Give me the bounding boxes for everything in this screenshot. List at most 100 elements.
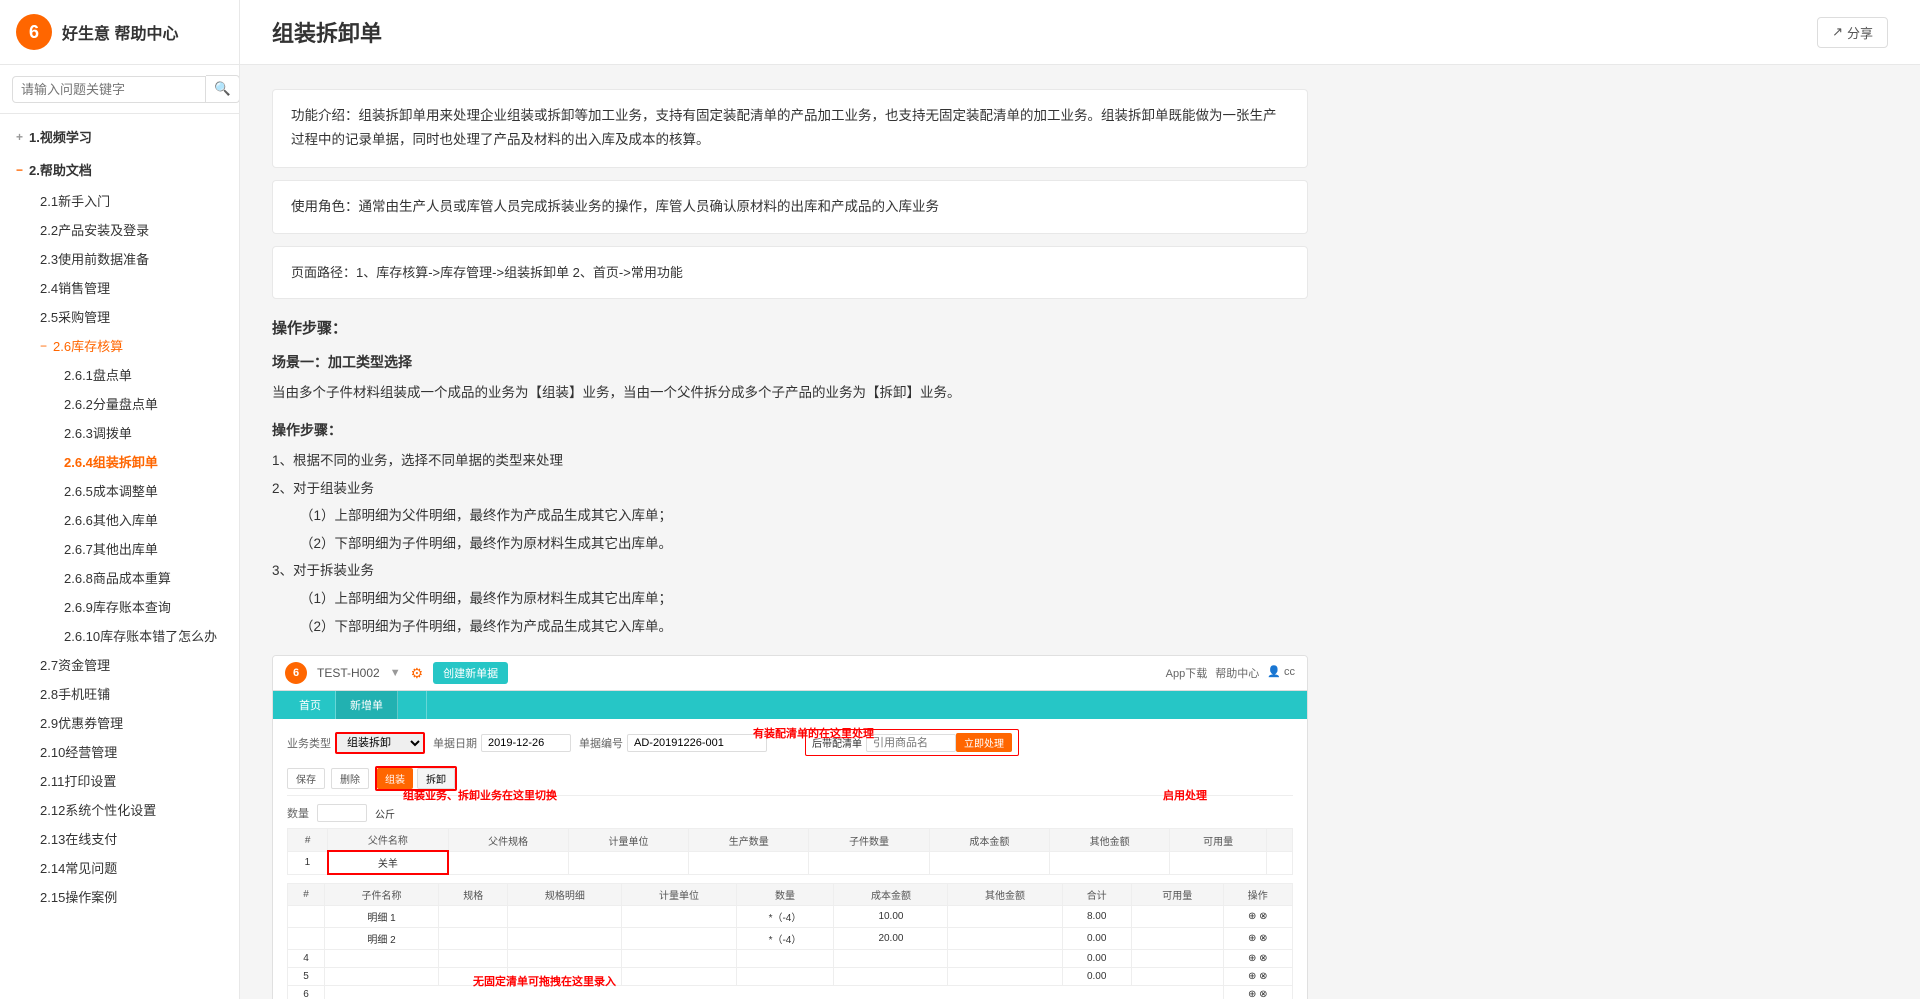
mock-child-th-cost: 成本金额 bbox=[834, 884, 948, 906]
mock-th-other: 其他金额 bbox=[1050, 829, 1170, 852]
sidebar-item-beginner[interactable]: 2.1新手入门 bbox=[24, 186, 239, 215]
mock-field-type: 业务类型 组装拆卸 bbox=[287, 732, 425, 754]
sidebar-item-inventory[interactable]: − 2.6库存核算 bbox=[24, 331, 239, 360]
mock-child-th-qty: 数量 bbox=[736, 884, 834, 906]
annotation-drag: 无固定清单可拖拽在这里录入 bbox=[473, 973, 616, 989]
sidebar-item-29[interactable]: 2.9优惠券管理 bbox=[24, 708, 239, 737]
mock-parent-td-cost bbox=[929, 851, 1049, 874]
mock-parent-td-unit bbox=[568, 851, 688, 874]
sidebar-item-264[interactable]: 2.6.4组装拆卸单 bbox=[48, 447, 239, 476]
sidebar-item-2610[interactable]: 2.6.10库存账本错了怎么办 bbox=[48, 621, 239, 650]
mock-app-icon: App下载 bbox=[1166, 665, 1208, 681]
mock-topbar: 6 TEST-H002 ▼ ⚙ 创建新单据 App下载 帮助中心 👤 cc bbox=[273, 656, 1307, 691]
function-intro-text: 功能介绍：组装拆卸单用来处理企业组装或拆卸等加工业务，支持有固定装配清单的产品加… bbox=[291, 108, 1277, 147]
mock-tab-extra[interactable] bbox=[398, 691, 427, 719]
content-body: 功能介绍：组装拆卸单用来处理企业组装或拆卸等加工业务，支持有固定装配清单的产品加… bbox=[240, 65, 1340, 999]
step-2: 2、对于组装业务 bbox=[272, 476, 1308, 502]
sidebar-sub-inventory: 2.6.1盘点单 2.6.2分量盘点单 2.6.3调拨单 2.6.4组装拆卸单 … bbox=[24, 360, 239, 650]
mock-field-no: 单据编号 bbox=[579, 734, 767, 752]
scenario1-desc: 当由多个子件材料组装成一个成品的业务为【组装】业务，当由一个父件拆分成多个子产品… bbox=[272, 380, 1308, 406]
mock-help-icon: 帮助中心 bbox=[1215, 665, 1259, 681]
share-button[interactable]: ↗ 分享 bbox=[1817, 17, 1888, 48]
sidebar-item-269[interactable]: 2.6.9库存账本查询 bbox=[48, 592, 239, 621]
mock-type-select[interactable]: 组装拆卸 bbox=[335, 732, 425, 754]
sidebar-item-install[interactable]: 2.2产品安装及登录 bbox=[24, 215, 239, 244]
share-icon: ↗ bbox=[1832, 24, 1843, 40]
mock-user-icon: 👤 cc bbox=[1267, 665, 1295, 681]
expand-icon-1: + bbox=[16, 130, 23, 144]
sidebar-item-27[interactable]: 2.7资金管理 bbox=[24, 650, 239, 679]
sidebar-item-267[interactable]: 2.6.7其他出库单 bbox=[48, 534, 239, 563]
mock-child-row-4: 5 0.00 ⊕ ⊗ bbox=[288, 968, 1293, 986]
search-input[interactable] bbox=[12, 76, 206, 103]
sidebar-item-210[interactable]: 2.10经营管理 bbox=[24, 737, 239, 766]
mock-child-th-ops: 操作 bbox=[1223, 884, 1292, 906]
steps-sub-heading: 操作步骤： bbox=[272, 420, 1308, 440]
sidebar-item-sales[interactable]: 2.4销售管理 bbox=[24, 273, 239, 302]
mock-logo: 6 bbox=[285, 662, 307, 684]
mock-th-unit: 计量单位 bbox=[568, 829, 688, 852]
mock-tab-home[interactable]: 首页 bbox=[285, 691, 336, 719]
step-list: 1、根据不同的业务，选择不同单据的类型来处理 2、对于组装业务 （1）上部明细为… bbox=[272, 448, 1308, 639]
mock-qty-input[interactable] bbox=[317, 804, 367, 822]
mock-parent-table: # 父件名称 父件规格 计量单位 生产数量 子件数量 成本金额 其他金额 可用量 bbox=[287, 828, 1293, 875]
sidebar-item-211[interactable]: 2.11打印设置 bbox=[24, 766, 239, 795]
sidebar-item-purchase[interactable]: 2.5采购管理 bbox=[24, 302, 239, 331]
mock-parent-td-avail bbox=[1170, 851, 1267, 874]
sidebar-item-214[interactable]: 2.14常见问题 bbox=[24, 853, 239, 882]
sidebar-item-video[interactable]: + 1.视频学习 bbox=[0, 120, 239, 153]
sidebar-item-263[interactable]: 2.6.3调拨单 bbox=[48, 418, 239, 447]
sidebar-item-213[interactable]: 2.13在线支付 bbox=[24, 824, 239, 853]
mock-child-row-5: 6 ⊕ ⊗ bbox=[288, 986, 1293, 999]
sidebar-item-help-docs[interactable]: − 2.帮助文档 bbox=[0, 153, 239, 186]
mock-child-row-1: 明细 1 *（-4） 10.00 8.00 ⊕ ⊗ bbox=[288, 906, 1293, 928]
mock-th-num: # bbox=[288, 829, 328, 852]
mock-disassemble-btn[interactable]: 拆卸 bbox=[417, 768, 455, 789]
mock-th-parent-spec: 父件规格 bbox=[448, 829, 568, 852]
nav-tree: + 1.视频学习 − 2.帮助文档 2.1新手入门 2.2产品安装及登录 2.3… bbox=[0, 114, 239, 917]
mock-qty-label: 数量 bbox=[287, 805, 309, 821]
mock-th-op bbox=[1267, 829, 1293, 852]
sidebar-item-262[interactable]: 2.6.2分量盘点单 bbox=[48, 389, 239, 418]
sidebar-item-266[interactable]: 2.6.6其他入库单 bbox=[48, 505, 239, 534]
mock-no-input[interactable] bbox=[627, 734, 767, 752]
sidebar-item-212[interactable]: 2.12系统个性化设置 bbox=[24, 795, 239, 824]
mock-new-order-btn[interactable]: 创建新单据 bbox=[433, 662, 508, 684]
sidebar-item-268[interactable]: 2.6.8商品成本重算 bbox=[48, 563, 239, 592]
mock-company: TEST-H002 bbox=[317, 666, 380, 680]
sidebar-item-261[interactable]: 2.6.1盘点单 bbox=[48, 360, 239, 389]
mock-form-area: 业务类型 组装拆卸 单据日期 单据编号 bbox=[273, 719, 1307, 999]
search-button[interactable]: 🔍 bbox=[206, 75, 240, 103]
app-title: 好生意 帮助中心 bbox=[62, 20, 178, 44]
mock-th-avail: 可用量 bbox=[1170, 829, 1267, 852]
role-intro-block: 使用角色：通常由生产人员或库管人员完成拆装业务的操作，库管人员确认原材料的出库和… bbox=[272, 180, 1308, 234]
mock-delete-btn[interactable]: 删除 bbox=[331, 768, 369, 789]
mock-search-confirm-btn[interactable]: 立即处理 bbox=[956, 733, 1012, 752]
mock-top-icons: App下载 帮助中心 👤 cc bbox=[1166, 665, 1295, 681]
screenshot-container: 6 TEST-H002 ▼ ⚙ 创建新单据 App下载 帮助中心 👤 cc 首页… bbox=[272, 655, 1308, 999]
sidebar-item-28[interactable]: 2.8手机旺铺 bbox=[24, 679, 239, 708]
sidebar: 6 好生意 帮助中心 🔍 + 1.视频学习 − 2.帮助文档 2.1新手入门 2… bbox=[0, 0, 240, 999]
mock-save-btn[interactable]: 保存 bbox=[287, 768, 325, 789]
step-2-1: （1）上部明细为父件明细，最终作为产成品生成其它入库单； bbox=[272, 503, 1308, 529]
mock-child-th-avail: 可用量 bbox=[1131, 884, 1223, 906]
mock-assemble-btn[interactable]: 组装 bbox=[377, 768, 413, 789]
annotation-type-switch: 组装业务、拆卸业务在这里切换 bbox=[403, 787, 557, 803]
sidebar-item-265[interactable]: 2.6.5成本调整单 bbox=[48, 476, 239, 505]
mock-tab-new[interactable]: 新增单 bbox=[336, 691, 398, 719]
main-content: 组装拆卸单 ↗ 分享 功能介绍：组装拆卸单用来处理企业组装或拆卸等加工业务，支持… bbox=[240, 0, 1920, 999]
mock-child-th-spec: 规格 bbox=[439, 884, 508, 906]
mock-date-input[interactable] bbox=[481, 734, 571, 752]
expand-icon-26: − bbox=[40, 339, 47, 353]
mock-parent-td-other bbox=[1050, 851, 1170, 874]
mock-parent-td-spec bbox=[448, 851, 568, 874]
mock-child-row-3: 4 0.00 ⊕ ⊗ bbox=[288, 950, 1293, 968]
mock-nav-tabs: 首页 新增单 bbox=[273, 691, 1307, 719]
sidebar-item-215[interactable]: 2.15操作案例 bbox=[24, 882, 239, 911]
mock-bom-input[interactable] bbox=[866, 734, 956, 752]
mock-child-th-unit: 计量单位 bbox=[622, 884, 736, 906]
sidebar-item-data-prep[interactable]: 2.3使用前数据准备 bbox=[24, 244, 239, 273]
annotation-enable: 启用处理 bbox=[1163, 787, 1207, 803]
app-logo: 6 bbox=[16, 14, 52, 50]
mock-no-label: 单据编号 bbox=[579, 735, 623, 751]
